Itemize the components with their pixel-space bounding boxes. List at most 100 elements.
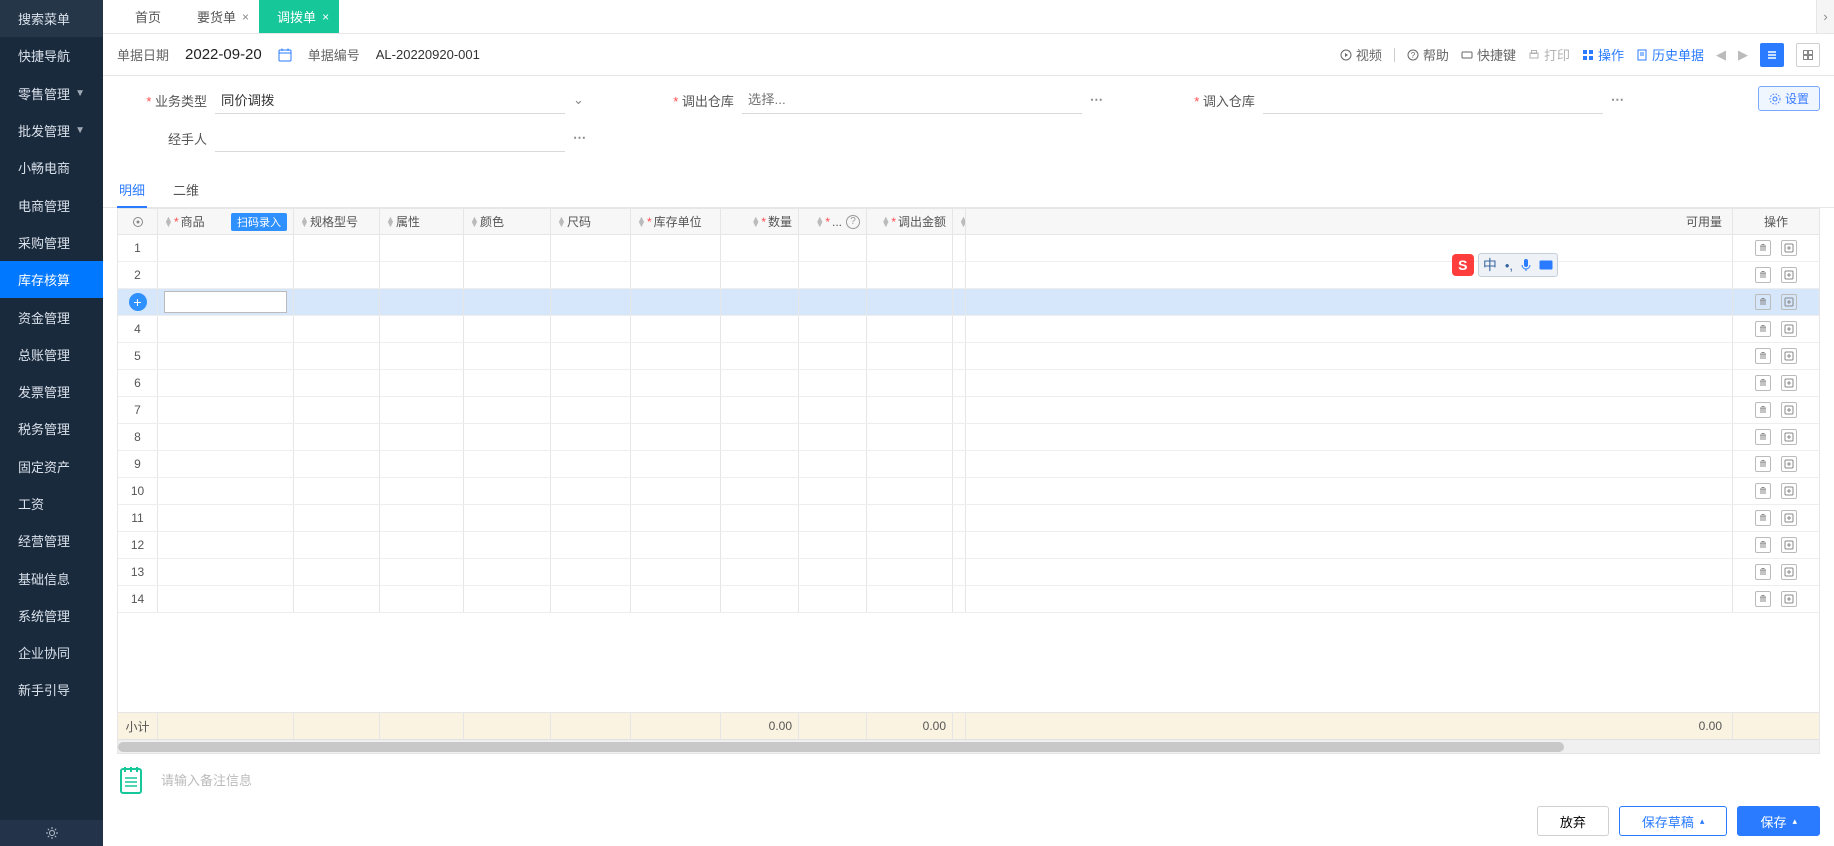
cell[interactable]: [294, 505, 380, 531]
cell[interactable]: [953, 451, 966, 477]
cell[interactable]: [721, 343, 799, 369]
cell[interactable]: [966, 289, 1733, 315]
col-amount[interactable]: ▲▼*调出金额: [867, 209, 953, 234]
delete-row-icon[interactable]: [1755, 456, 1771, 472]
delete-row-icon[interactable]: [1755, 375, 1771, 391]
cell[interactable]: [966, 478, 1733, 504]
cell[interactable]: [799, 343, 867, 369]
cell[interactable]: [721, 532, 799, 558]
cell[interactable]: [799, 424, 867, 450]
table-row[interactable]: 13: [118, 559, 1819, 586]
cell[interactable]: [380, 343, 464, 369]
ime-mic-icon[interactable]: [1521, 258, 1531, 272]
cell[interactable]: [380, 505, 464, 531]
cell[interactable]: [464, 289, 551, 315]
cell[interactable]: [158, 478, 294, 504]
col-product[interactable]: ▲▼*商品扫码录入: [158, 209, 294, 234]
cell[interactable]: [799, 262, 867, 288]
sidebar-item-2[interactable]: 零售管理▼: [0, 75, 103, 112]
more-icon[interactable]: ⋯: [573, 130, 588, 146]
cell[interactable]: [158, 343, 294, 369]
biz-type-input[interactable]: [215, 86, 565, 114]
delete-row-icon[interactable]: [1755, 564, 1771, 580]
delete-row-icon[interactable]: [1755, 537, 1771, 553]
cell[interactable]: [464, 424, 551, 450]
more-icon[interactable]: ⋯: [1090, 92, 1105, 108]
cell[interactable]: [158, 316, 294, 342]
scan-badge[interactable]: 扫码录入: [231, 213, 287, 231]
insert-row-icon[interactable]: [1781, 267, 1797, 283]
cell[interactable]: [721, 559, 799, 585]
insert-row-icon[interactable]: [1781, 240, 1797, 256]
cell[interactable]: [966, 532, 1733, 558]
cell[interactable]: [867, 235, 953, 261]
cell[interactable]: [294, 235, 380, 261]
insert-row-icon[interactable]: [1781, 483, 1797, 499]
cell[interactable]: [158, 397, 294, 423]
cell[interactable]: [867, 505, 953, 531]
cell[interactable]: [631, 343, 721, 369]
out-warehouse-input[interactable]: [742, 86, 1082, 114]
insert-row-icon[interactable]: [1781, 375, 1797, 391]
delete-row-icon[interactable]: [1755, 348, 1771, 364]
cell[interactable]: [953, 397, 966, 423]
ime-toolbar[interactable]: S 中 •,: [1452, 253, 1558, 277]
cell[interactable]: [721, 289, 799, 315]
cell[interactable]: [158, 235, 294, 261]
tab-0[interactable]: 首页: [117, 0, 179, 33]
cell[interactable]: [631, 262, 721, 288]
cell[interactable]: [953, 505, 966, 531]
cell[interactable]: [966, 397, 1733, 423]
cell[interactable]: [294, 586, 380, 612]
save-button[interactable]: 保存▴: [1737, 806, 1820, 836]
cell[interactable]: [380, 478, 464, 504]
history-action[interactable]: 历史单据: [1636, 45, 1704, 64]
insert-row-icon[interactable]: [1781, 402, 1797, 418]
more-icon[interactable]: ⋯: [1611, 92, 1626, 108]
col-attr[interactable]: ▲▼属性: [380, 209, 464, 234]
cell[interactable]: [464, 505, 551, 531]
insert-row-icon[interactable]: [1781, 564, 1797, 580]
table-row[interactable]: 10: [118, 478, 1819, 505]
table-row[interactable]: 2: [118, 262, 1819, 289]
cell[interactable]: [799, 586, 867, 612]
sidebar-item-18[interactable]: 新手引导: [0, 671, 103, 708]
cell[interactable]: [721, 262, 799, 288]
cell[interactable]: [464, 235, 551, 261]
cell[interactable]: [799, 289, 867, 315]
cell[interactable]: [380, 559, 464, 585]
tab-1[interactable]: 要货单×: [179, 0, 259, 33]
cell[interactable]: [867, 451, 953, 477]
cell[interactable]: [867, 262, 953, 288]
cell[interactable]: [966, 424, 1733, 450]
cell[interactable]: [158, 532, 294, 558]
sidebar-item-15[interactable]: 基础信息: [0, 559, 103, 596]
cell[interactable]: [631, 586, 721, 612]
sidebar-item-7[interactable]: 库存核算: [0, 261, 103, 298]
table-row[interactable]: 1: [118, 235, 1819, 262]
cell[interactable]: [721, 586, 799, 612]
add-row-icon[interactable]: +: [129, 293, 147, 311]
cell[interactable]: [551, 262, 631, 288]
cell[interactable]: [867, 424, 953, 450]
view-mode-list-icon[interactable]: [1760, 43, 1784, 67]
table-row[interactable]: 14: [118, 586, 1819, 613]
ime-punct-icon[interactable]: •,: [1505, 258, 1513, 273]
cell[interactable]: [380, 586, 464, 612]
column-config-icon[interactable]: [118, 209, 158, 234]
cell[interactable]: [294, 451, 380, 477]
cell[interactable]: [158, 586, 294, 612]
sidebar-item-16[interactable]: 系统管理: [0, 597, 103, 634]
cell[interactable]: [966, 370, 1733, 396]
col-available[interactable]: 可用量: [966, 209, 1733, 234]
cell[interactable]: [966, 451, 1733, 477]
cell[interactable]: [294, 478, 380, 504]
shortcut-action[interactable]: 快捷键: [1461, 45, 1516, 64]
cell[interactable]: [867, 397, 953, 423]
remarks-input[interactable]: [161, 767, 1820, 794]
sidebar-item-1[interactable]: 快捷导航: [0, 37, 103, 74]
sidebar-item-4[interactable]: 小畅电商: [0, 149, 103, 186]
cell[interactable]: [867, 586, 953, 612]
cell[interactable]: [953, 262, 966, 288]
cell[interactable]: [953, 586, 966, 612]
